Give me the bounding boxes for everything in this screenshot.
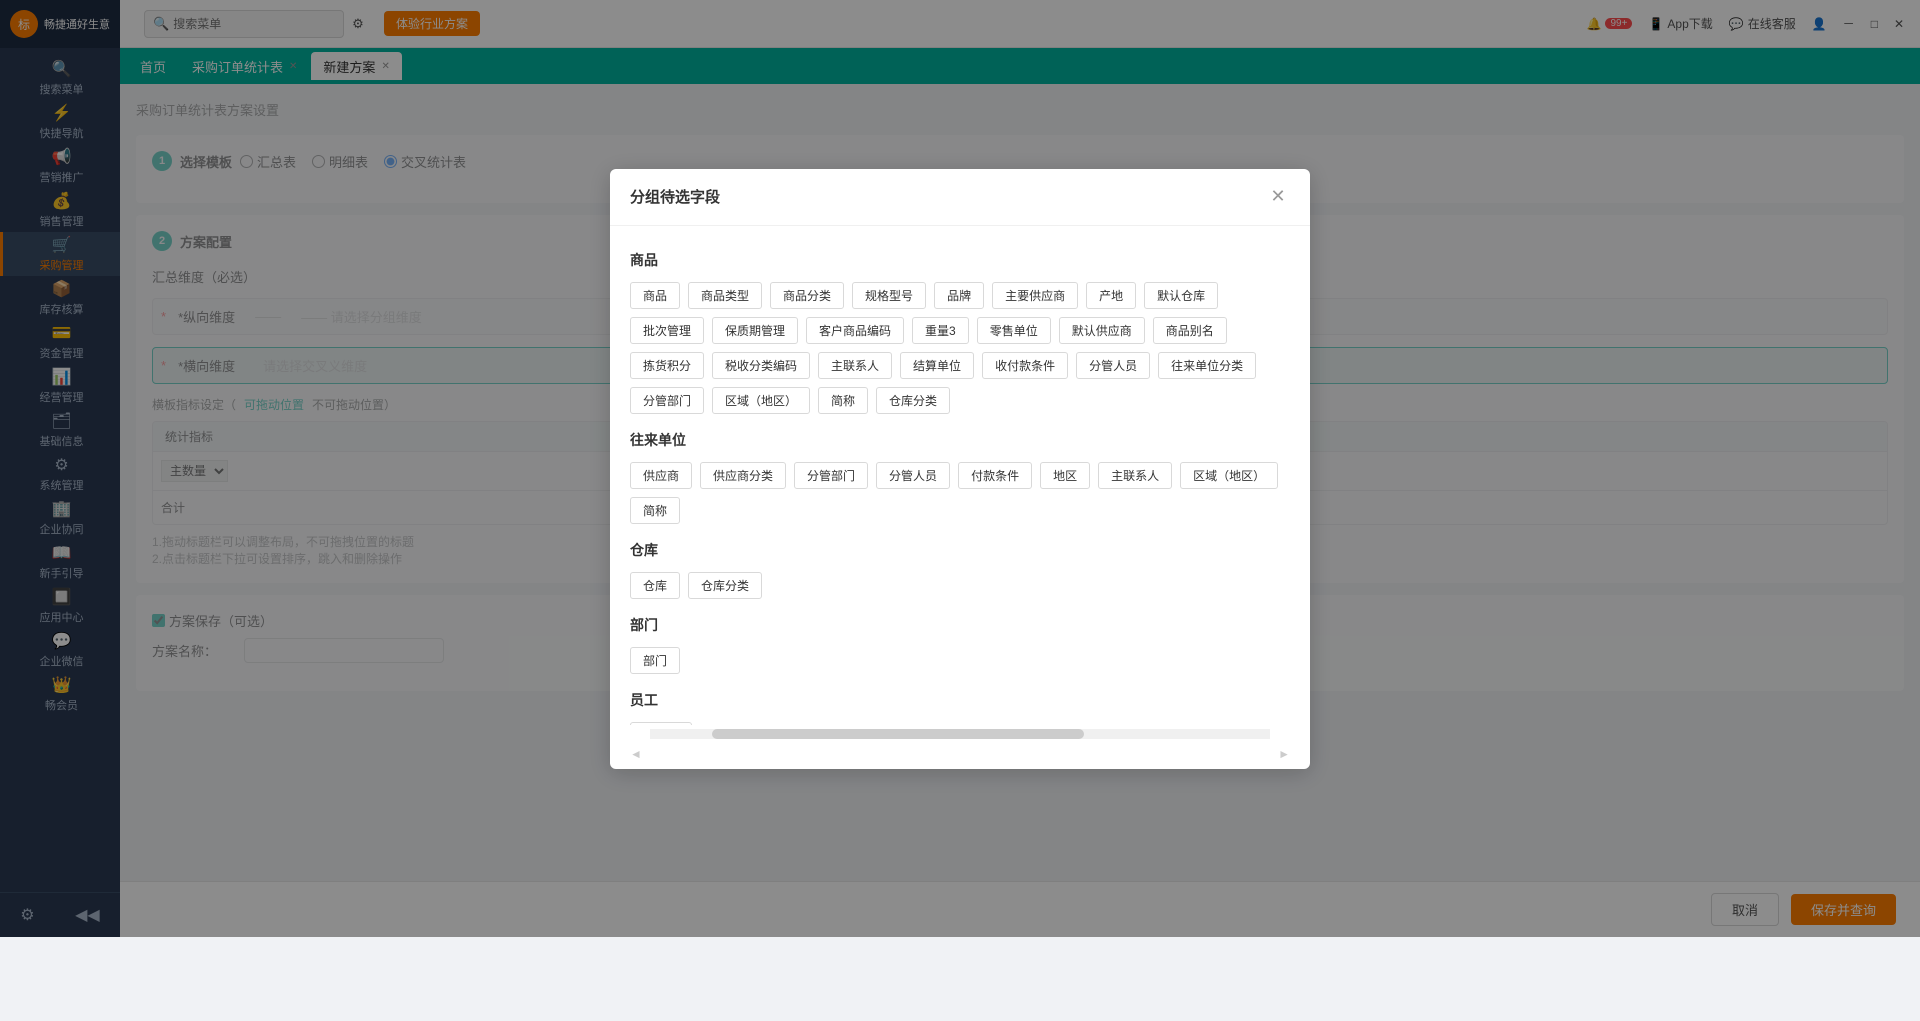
field-tag-region[interactable]: 区域（地区） — [712, 387, 810, 414]
field-tag-shelf-life[interactable]: 保质期管理 — [712, 317, 798, 344]
field-tags-warehouse: 仓库 仓库分类 — [630, 572, 1290, 599]
field-tag-payment-condition[interactable]: 付款条件 — [958, 462, 1032, 489]
field-tag-default-supplier[interactable]: 默认供应商 — [1059, 317, 1145, 344]
field-tag-area[interactable]: 地区 — [1040, 462, 1090, 489]
modal-scroll-arrows: ◄ ► — [610, 743, 1310, 769]
field-tag-pick-score[interactable]: 拣货积分 — [630, 352, 704, 379]
field-tag-abbreviation[interactable]: 简称 — [818, 387, 868, 414]
field-tag-tax-code[interactable]: 税收分类编码 — [712, 352, 810, 379]
field-tag-region2[interactable]: 区域（地区） — [1180, 462, 1278, 489]
field-tag-product-type[interactable]: 商品类型 — [688, 282, 762, 309]
modal-body[interactable]: 商品 商品 商品类型 商品分类 规格型号 品牌 主要供应商 产地 默认仓库 批次… — [610, 226, 1310, 725]
field-tag-dept[interactable]: 分管部门 — [794, 462, 868, 489]
field-tag-warehouse-cat[interactable]: 仓库分类 — [688, 572, 762, 599]
section-title-products: 商品 — [630, 250, 1290, 270]
modal-hscroll-area — [610, 725, 1310, 743]
field-tag-supervisor[interactable]: 分管人员 — [1076, 352, 1150, 379]
modal-horizontal-scrollbar[interactable] — [650, 729, 1270, 739]
field-tag-weight[interactable]: 重量3 — [912, 317, 969, 344]
field-tag-supplier[interactable]: 供应商 — [630, 462, 692, 489]
field-tag-customer-code[interactable]: 客户商品编码 — [806, 317, 904, 344]
field-tag-brand[interactable]: 品牌 — [934, 282, 984, 309]
section-title-employee: 员工 — [630, 690, 1290, 710]
scroll-right-arrow[interactable]: ► — [1278, 747, 1290, 761]
field-select-modal: 分组待选字段 ✕ 商品 商品 商品类型 商品分类 规格型号 品牌 主要供应商 产… — [610, 169, 1310, 769]
modal-title: 分组待选字段 — [630, 186, 720, 207]
field-tag-short-name[interactable]: 简称 — [630, 497, 680, 524]
section-title-department: 部门 — [630, 615, 1290, 635]
field-tag-product-alias[interactable]: 商品别名 — [1153, 317, 1227, 344]
field-tags-partner: 供应商 供应商分类 分管部门 分管人员 付款条件 地区 主联系人 区域（地区） … — [630, 462, 1290, 524]
field-tag-product-category[interactable]: 商品分类 — [770, 282, 844, 309]
section-title-partner: 往来单位 — [630, 430, 1290, 450]
field-tag-product[interactable]: 商品 — [630, 282, 680, 309]
modal-overlay: 分组待选字段 ✕ 商品 商品 商品类型 商品分类 规格型号 品牌 主要供应商 产… — [0, 0, 1920, 937]
field-tag-main-contact[interactable]: 主联系人 — [818, 352, 892, 379]
field-tags-products: 商品 商品类型 商品分类 规格型号 品牌 主要供应商 产地 默认仓库 批次管理 … — [630, 282, 1290, 414]
section-title-warehouse: 仓库 — [630, 540, 1290, 560]
scroll-left-arrow[interactable]: ◄ — [630, 747, 642, 761]
field-tag-person-in-charge[interactable]: 分管人员 — [876, 462, 950, 489]
modal-hscroll-thumb — [712, 729, 1084, 739]
field-tag-main-supplier[interactable]: 主要供应商 — [992, 282, 1078, 309]
field-tag-contact[interactable]: 主联系人 — [1098, 462, 1172, 489]
field-tag-supplier-category[interactable]: 供应商分类 — [700, 462, 786, 489]
field-tag-department-item[interactable]: 部门 — [630, 647, 680, 674]
field-tag-mgmt-dept[interactable]: 分管部门 — [630, 387, 704, 414]
field-tag-warehouse-item[interactable]: 仓库 — [630, 572, 680, 599]
field-tag-default-warehouse[interactable]: 默认仓库 — [1144, 282, 1218, 309]
modal-header: 分组待选字段 ✕ — [610, 169, 1310, 226]
field-tag-partner-category[interactable]: 往来单位分类 — [1158, 352, 1256, 379]
field-tag-spec-model[interactable]: 规格型号 — [852, 282, 926, 309]
field-tag-origin[interactable]: 产地 — [1086, 282, 1136, 309]
field-tag-settle-unit[interactable]: 结算单位 — [900, 352, 974, 379]
field-tag-payment-terms[interactable]: 收付款条件 — [982, 352, 1068, 379]
field-tag-retail-unit[interactable]: 零售单位 — [977, 317, 1051, 344]
field-tags-department: 部门 — [630, 647, 1290, 674]
field-tag-batch-mgmt[interactable]: 批次管理 — [630, 317, 704, 344]
field-tag-warehouse-category[interactable]: 仓库分类 — [876, 387, 950, 414]
modal-close-button[interactable]: ✕ — [1266, 185, 1290, 209]
